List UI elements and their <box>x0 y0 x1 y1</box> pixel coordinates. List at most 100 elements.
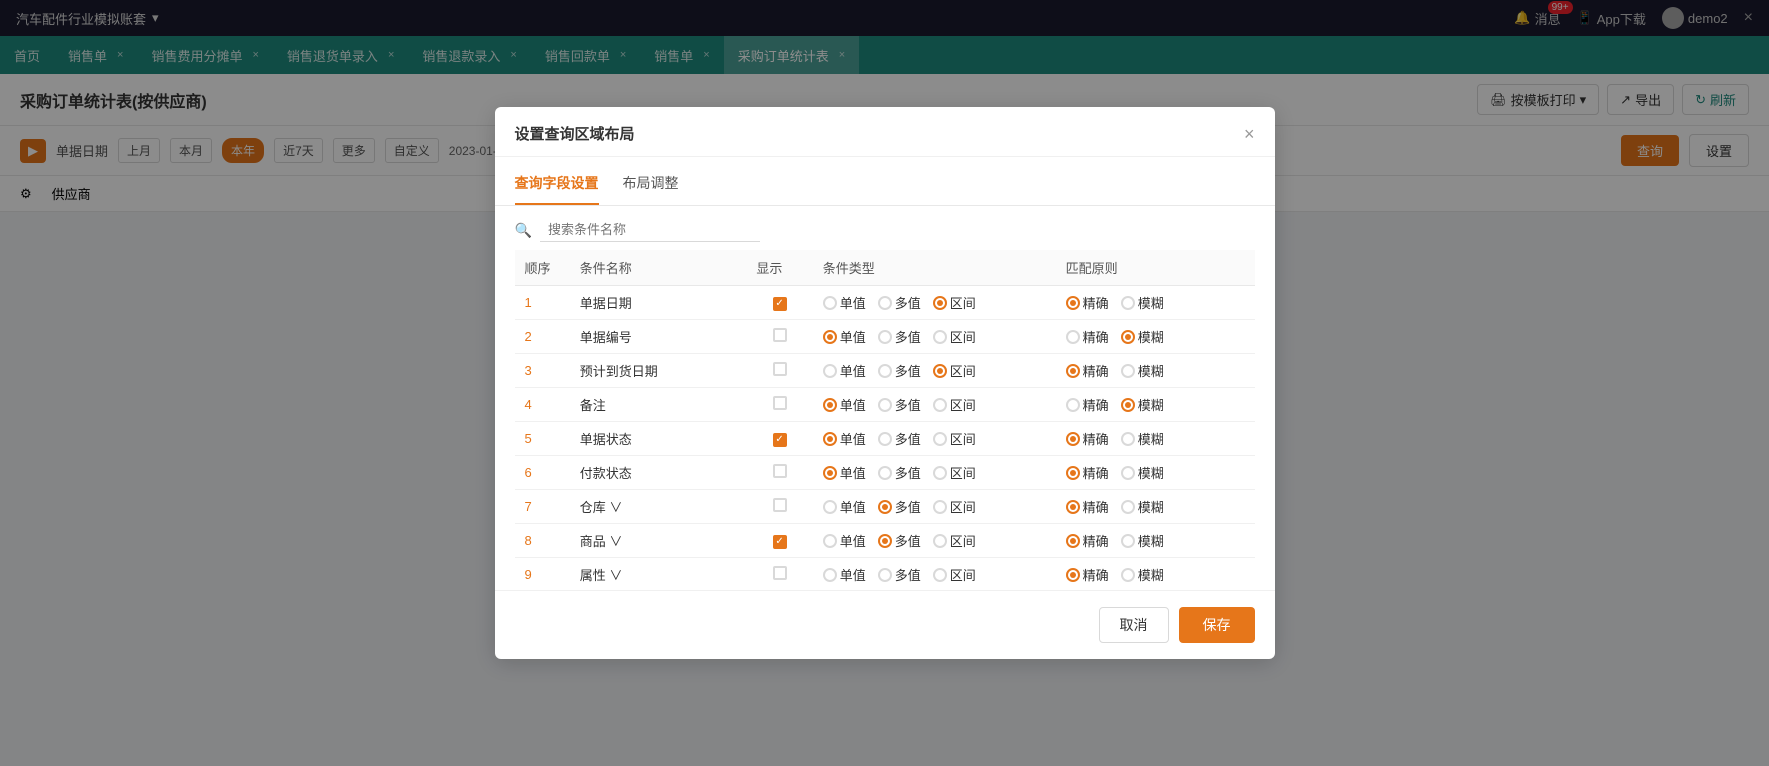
radio-circle-icon <box>1121 500 1135 514</box>
radio-label: 精确 <box>1083 429 1109 448</box>
row-type-radios: 单值 多值区间 <box>813 354 1056 388</box>
radio-label: 区间 <box>950 327 976 346</box>
row-show-checkbox[interactable] <box>746 354 812 388</box>
match-radio-item[interactable]: 精确 <box>1066 293 1109 312</box>
checkbox-icon[interactable] <box>773 396 787 410</box>
type-radio-item[interactable]: 单值 <box>823 463 866 482</box>
dialog-footer: 取消 保存 <box>495 590 1275 659</box>
radio-label: 精确 <box>1083 531 1109 550</box>
type-radio-item[interactable]: 多值 <box>878 463 921 482</box>
search-input[interactable] <box>540 218 760 242</box>
row-show-checkbox[interactable] <box>746 320 812 354</box>
checkbox-icon[interactable] <box>773 297 787 311</box>
type-radio-item[interactable]: 多值 <box>878 497 921 516</box>
row-show-checkbox[interactable] <box>746 422 812 456</box>
match-radio-item[interactable]: 模糊 <box>1121 565 1164 584</box>
match-radio-item[interactable]: 模糊 <box>1121 429 1164 448</box>
checkbox-icon[interactable] <box>773 328 787 342</box>
match-radio-item[interactable]: 模糊 <box>1121 293 1164 312</box>
radio-circle-icon <box>1121 296 1135 310</box>
save-button[interactable]: 保存 <box>1179 607 1255 643</box>
row-type-radios: 单值多值区间 <box>813 524 1056 558</box>
row-order: 9 <box>515 558 570 591</box>
match-radio-item[interactable]: 精确 <box>1066 327 1109 346</box>
match-radio-item[interactable]: 模糊 <box>1121 531 1164 550</box>
row-match-radios: 精确模糊 <box>1056 422 1255 456</box>
checkbox-icon[interactable] <box>773 433 787 447</box>
cancel-button[interactable]: 取消 <box>1099 607 1169 643</box>
match-radio-item[interactable]: 精确 <box>1066 565 1109 584</box>
dialog-tabs: 查询字段设置 布局调整 <box>495 157 1275 206</box>
type-radio-item[interactable]: 区间 <box>933 497 976 516</box>
radio-circle-icon <box>823 500 837 514</box>
tab-layout-adjust[interactable]: 布局调整 <box>623 167 679 205</box>
row-show-checkbox[interactable] <box>746 286 812 320</box>
type-radio-item[interactable]: 区间 <box>933 531 976 550</box>
match-radio-item[interactable]: 模糊 <box>1121 395 1164 414</box>
match-radio-item[interactable]: 模糊 <box>1121 463 1164 482</box>
radio-label: 精确 <box>1083 327 1109 346</box>
radio-circle-icon <box>1066 568 1080 582</box>
type-radio-item[interactable]: 单值 <box>823 497 866 516</box>
type-radio-item[interactable]: 区间 <box>933 565 976 584</box>
conditions-table-scroll: 顺序 条件名称 显示 条件类型 匹配原则 1单据日期单值多值区间精确模糊2单据编… <box>515 250 1255 590</box>
row-order: 1 <box>515 286 570 320</box>
match-radio-item[interactable]: 精确 <box>1066 429 1109 448</box>
radio-label: 单值 <box>840 463 866 482</box>
row-show-checkbox[interactable] <box>746 558 812 591</box>
radio-circle-icon <box>878 466 892 480</box>
type-radio-item[interactable]: 单值 <box>823 565 866 584</box>
match-radio-item[interactable]: 精确 <box>1066 395 1109 414</box>
type-radio-item[interactable]: 多值 <box>878 327 921 346</box>
match-radio-item[interactable]: 精确 <box>1066 531 1109 550</box>
type-radio-item[interactable]: 区间 <box>933 361 976 380</box>
type-radio-item[interactable]: 区间 <box>933 429 976 448</box>
radio-circle-icon <box>933 466 947 480</box>
match-radio-item[interactable]: 精确 <box>1066 463 1109 482</box>
row-order: 4 <box>515 388 570 422</box>
type-radio-item[interactable]: 多值 <box>878 293 921 312</box>
match-radio-item[interactable]: 模糊 <box>1121 497 1164 516</box>
type-radio-item[interactable]: 多值 <box>878 361 921 380</box>
match-radio-item[interactable]: 模糊 <box>1121 361 1164 380</box>
row-show-checkbox[interactable] <box>746 456 812 490</box>
checkbox-icon[interactable] <box>773 535 787 549</box>
type-radio-item[interactable]: 多值 <box>878 395 921 414</box>
match-radio-item[interactable]: 精确 <box>1066 361 1109 380</box>
radio-circle-icon <box>823 534 837 548</box>
type-radio-item[interactable]: 区间 <box>933 327 976 346</box>
type-radio-item[interactable]: 区间 <box>933 463 976 482</box>
type-radio-item[interactable]: 多值 <box>878 429 921 448</box>
radio-label: 单值 <box>840 361 866 380</box>
row-type-radios: 单值 多值区间 <box>813 422 1056 456</box>
dialog-close-button[interactable]: × <box>1244 125 1255 143</box>
checkbox-icon[interactable] <box>773 362 787 376</box>
radio-circle-icon <box>1066 296 1080 310</box>
radio-label: 多值 <box>895 395 921 414</box>
radio-circle-icon <box>1066 466 1080 480</box>
type-radio-item[interactable]: 单值 <box>823 293 866 312</box>
row-match-radios: 精确模糊 <box>1056 558 1255 591</box>
type-radio-item[interactable]: 区间 <box>933 395 976 414</box>
match-radio-item[interactable]: 精确 <box>1066 497 1109 516</box>
type-radio-item[interactable]: 多值 <box>878 531 921 550</box>
row-show-checkbox[interactable] <box>746 524 812 558</box>
checkbox-icon[interactable] <box>773 498 787 512</box>
type-radio-item[interactable]: 单值 <box>823 531 866 550</box>
type-radio-item[interactable]: 区间 <box>933 293 976 312</box>
type-radio-item[interactable]: 多值 <box>878 565 921 584</box>
match-radio-item[interactable]: 模糊 <box>1121 327 1164 346</box>
row-show-checkbox[interactable] <box>746 388 812 422</box>
type-radio-item[interactable]: 单值 <box>823 361 866 380</box>
type-radio-item[interactable]: 单值 <box>823 395 866 414</box>
checkbox-icon[interactable] <box>773 464 787 478</box>
radio-label: 多值 <box>895 429 921 448</box>
checkbox-icon[interactable] <box>773 566 787 580</box>
row-show-checkbox[interactable] <box>746 490 812 524</box>
radio-label: 多值 <box>895 361 921 380</box>
type-radio-item[interactable]: 单值 <box>823 429 866 448</box>
dialog-body: 顺序 条件名称 显示 条件类型 匹配原则 1单据日期单值多值区间精确模糊2单据编… <box>495 250 1275 590</box>
type-radio-item[interactable]: 单值 <box>823 327 866 346</box>
tab-query-fields[interactable]: 查询字段设置 <box>515 167 599 205</box>
radio-label: 精确 <box>1083 497 1109 516</box>
